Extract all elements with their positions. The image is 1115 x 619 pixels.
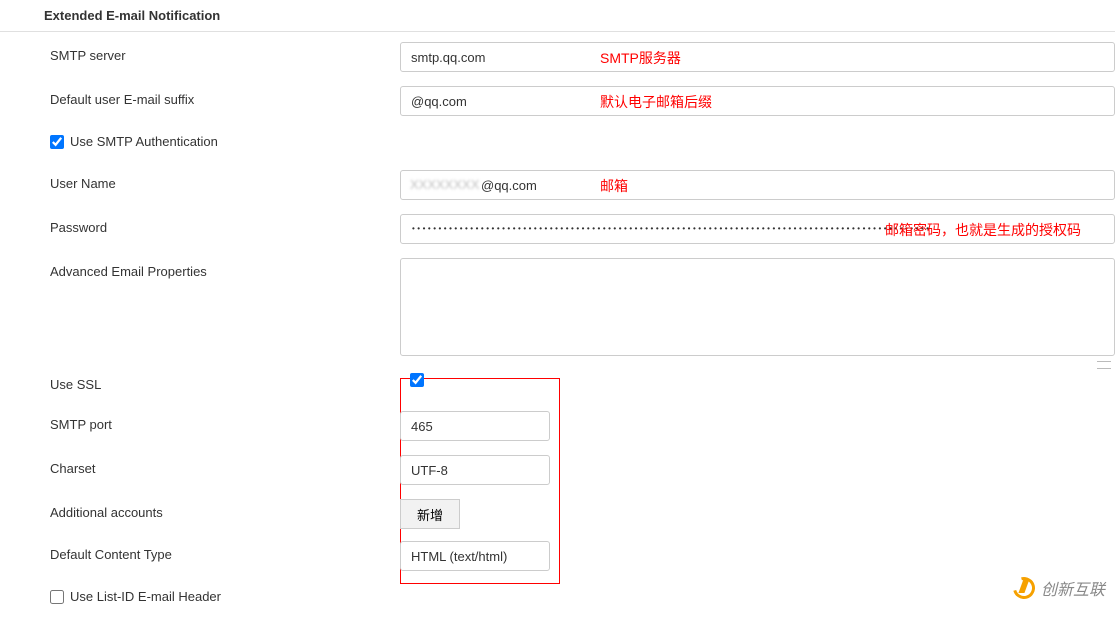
checkbox-use-list-id[interactable]	[50, 590, 64, 604]
label-user-name: User Name	[50, 164, 400, 191]
label-additional-accounts: Additional accounts	[50, 493, 400, 520]
input-password[interactable]	[400, 214, 1115, 244]
row-use-ssl: Use SSL	[50, 365, 1115, 405]
checkbox-use-ssl[interactable]	[410, 373, 424, 387]
masked-username-prefix: XXXXXXXX	[410, 177, 479, 192]
watermark-text: 创新互联	[1041, 576, 1105, 600]
label-smtp-port: SMTP port	[50, 405, 400, 432]
input-smtp-port[interactable]	[400, 411, 550, 441]
form-area: SMTP server SMTP服务器 Default user E-mail …	[0, 36, 1115, 619]
watermark: 创新互联	[1013, 576, 1105, 600]
row-use-list-id: Use List-ID E-mail Header	[50, 579, 1115, 619]
row-default-content-type: Default Content Type	[50, 535, 1115, 579]
row-user-name: User Name XXXXXXXX 邮箱	[50, 164, 1115, 208]
label-use-smtp-auth: Use SMTP Authentication	[70, 134, 218, 149]
label-charset: Charset	[50, 449, 400, 476]
label-default-content-type: Default Content Type	[50, 535, 400, 562]
row-additional-accounts: Additional accounts 新增	[50, 493, 1115, 535]
checkbox-use-smtp-auth[interactable]	[50, 135, 64, 149]
add-account-button[interactable]: 新增	[400, 499, 460, 529]
select-default-content-type[interactable]	[400, 541, 550, 571]
label-password: Password	[50, 208, 400, 235]
input-smtp-server[interactable]	[400, 42, 1115, 72]
label-default-suffix: Default user E-mail suffix	[50, 80, 400, 107]
input-user-name[interactable]	[400, 170, 1115, 200]
input-default-suffix[interactable]	[400, 86, 1115, 116]
section-title: Extended E-mail Notification	[0, 0, 1115, 32]
row-advanced-props: Advanced Email Properties	[50, 252, 1115, 365]
watermark-logo-icon	[1013, 577, 1035, 599]
label-advanced-props: Advanced Email Properties	[50, 252, 400, 279]
row-password: Password 邮箱密码，也就是生成的授权码	[50, 208, 1115, 252]
row-default-suffix: Default user E-mail suffix 默认电子邮箱后缀	[50, 80, 1115, 124]
row-charset: Charset	[50, 449, 1115, 493]
row-smtp-port: SMTP port	[50, 405, 1115, 449]
label-use-list-id: Use List-ID E-mail Header	[70, 589, 221, 604]
row-use-smtp-auth: Use SMTP Authentication	[50, 124, 1115, 164]
input-charset[interactable]	[400, 455, 550, 485]
textarea-advanced-props[interactable]	[400, 258, 1115, 356]
label-use-ssl: Use SSL	[50, 365, 400, 392]
label-smtp-server: SMTP server	[50, 36, 400, 63]
row-smtp-server: SMTP server SMTP服务器	[50, 36, 1115, 80]
